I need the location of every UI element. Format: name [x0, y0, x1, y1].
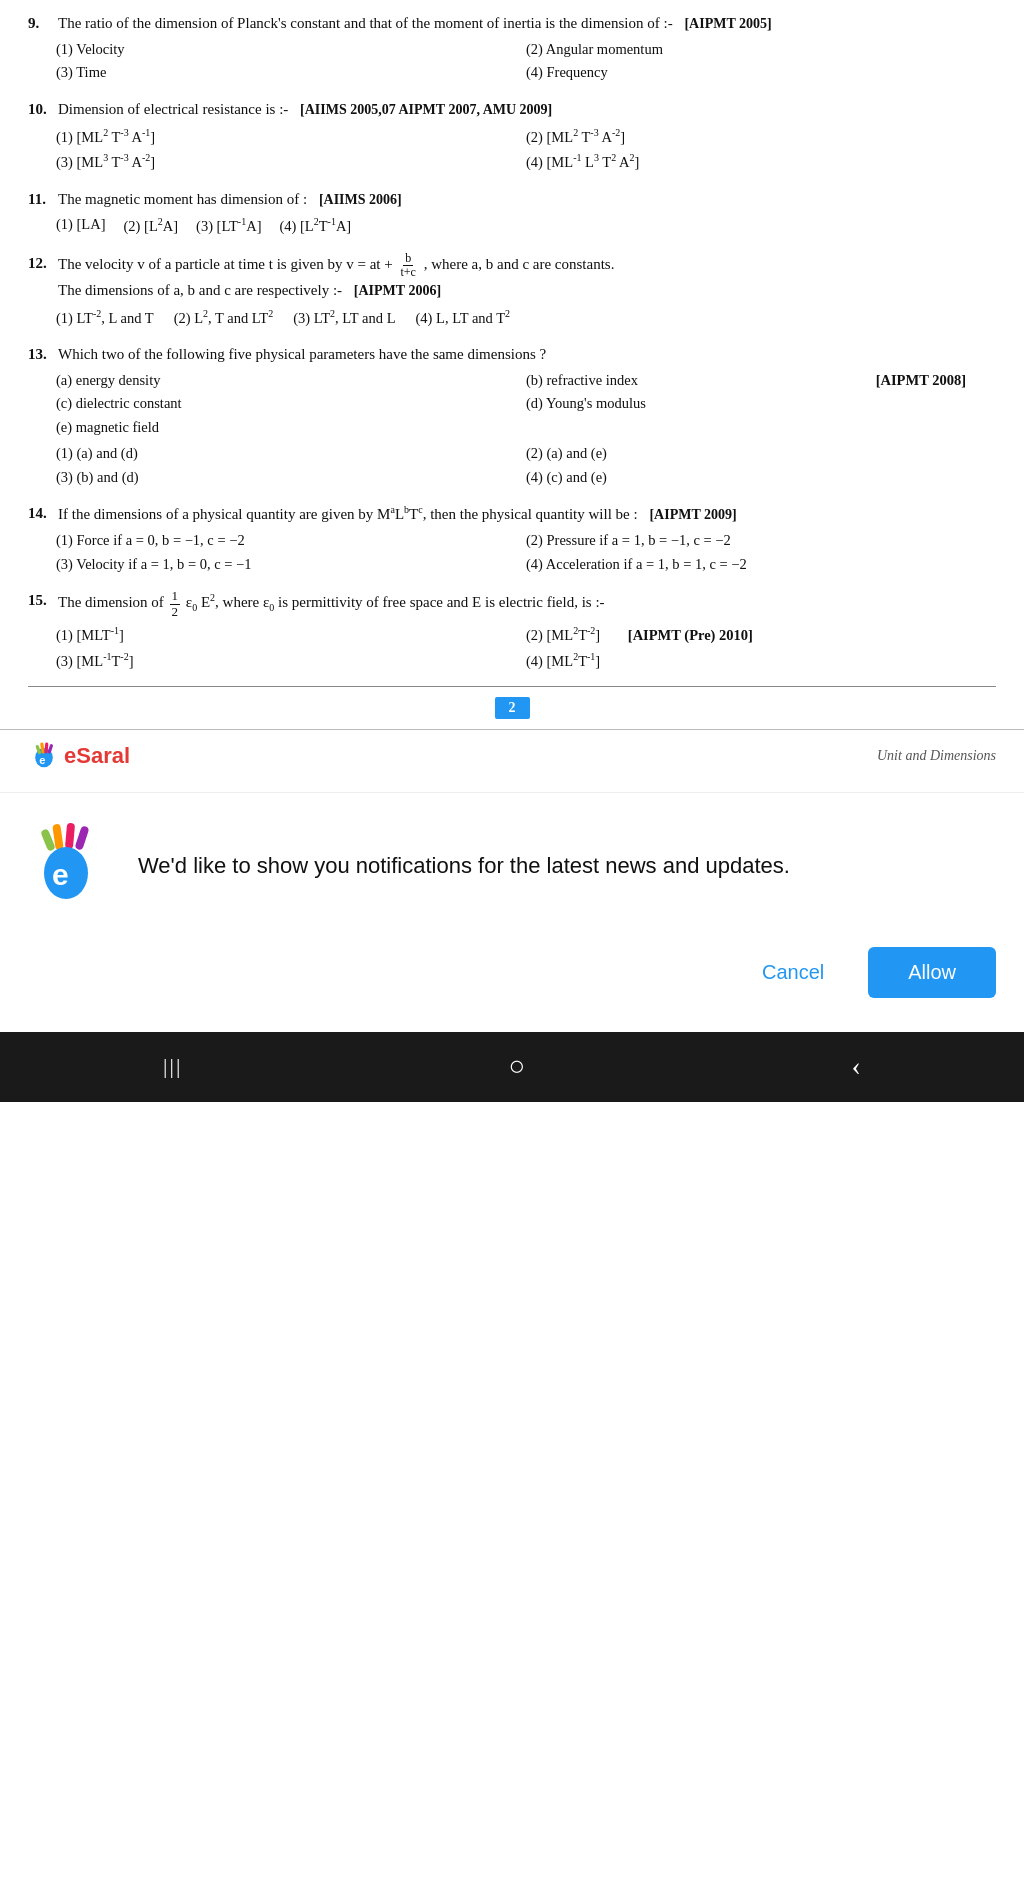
q12-opt3: (3) LT2, LT and L — [293, 306, 395, 330]
footer-logo-text: eSaral — [64, 743, 130, 769]
q13-param-e: (e) magnetic field — [56, 417, 526, 439]
q9-opt1: (1) Velocity — [56, 39, 526, 61]
svg-text:e: e — [52, 858, 69, 891]
back-icon[interactable]: ‹ — [852, 1050, 861, 1082]
notification-body: e We'd like to show you notifications fo… — [28, 821, 790, 911]
q10-opt2: (2) [ML2 T-3 A-2] — [526, 125, 996, 149]
q13-num: 13. — [28, 343, 52, 366]
q12-num: 12. — [28, 252, 52, 302]
q15-opt2: (2) [ML2T-2] [AIPMT (Pre) 2010] — [526, 623, 996, 647]
q13-param-d: (d) Young's modulus — [526, 393, 996, 415]
page-num-bar: 2 — [28, 697, 996, 719]
question-10: 10. Dimension of electrical resistance i… — [28, 98, 996, 174]
q12-opt2: (2) L2, T and LT2 — [174, 306, 274, 330]
q9-opt2: (2) Angular momentum — [526, 39, 996, 61]
q11-options: (1) [LA] (2) [L2A] (3) [LT-1A] (4) [L2T-… — [56, 214, 996, 238]
q14-opt1: (1) Force if a = 0, b = −1, c = −2 — [56, 530, 526, 552]
notification-popup: e We'd like to show you notifications fo… — [0, 792, 1024, 1022]
q12-text: The velocity v of a particle at time t i… — [58, 252, 996, 302]
svg-rect-8 — [65, 823, 75, 850]
footer-subject: Unit and Dimensions — [877, 748, 996, 764]
q15-num: 15. — [28, 589, 52, 619]
q9-opt3: (3) Time — [56, 62, 526, 84]
q14-text: If the dimensions of a physical quantity… — [58, 502, 996, 526]
q15-opt4: (4) [ML2T-1] — [526, 649, 996, 673]
content-area: 9. The ratio of the dimension of Planck'… — [0, 0, 1024, 719]
q14-opt4: (4) Acceleration if a = 1, b = 1, c = −2 — [526, 554, 996, 576]
q10-opt1: (1) [ML2 T-3 A-1] — [56, 125, 526, 149]
q11-opt2: (2) [L2A] — [124, 214, 179, 238]
footer-bar: e eSaral Unit and Dimensions — [0, 729, 1024, 782]
q12-opt4: (4) L, LT and T2 — [416, 306, 511, 330]
q11-ref: [AIIMS 2006] — [319, 192, 402, 207]
question-9: 9. The ratio of the dimension of Planck'… — [28, 12, 996, 84]
q13-param-a: (a) energy density — [56, 370, 526, 392]
allow-button[interactable]: Allow — [868, 947, 996, 998]
footer-logo: e eSaral — [28, 740, 130, 772]
q13-param-b: (b) refractive index [AIPMT 2008] — [526, 370, 996, 392]
svg-rect-9 — [74, 826, 89, 851]
q14-num: 14. — [28, 502, 52, 526]
q11-opt4: (4) [L2T-1A] — [279, 214, 351, 238]
q11-opt1: (1) [LA] — [56, 214, 106, 238]
notification-icon: e — [28, 821, 118, 911]
q13-opt1: (1) (a) and (d) — [56, 443, 526, 465]
q9-num: 9. — [28, 12, 52, 35]
q15-opt3: (3) [ML-1T-2] — [56, 649, 526, 673]
question-11: 11. The magnetic moment has dimension of… — [28, 188, 996, 238]
q13-params: (a) energy density (b) refractive index … — [56, 370, 996, 439]
q13-opt2: (2) (a) and (e) — [526, 443, 996, 465]
q12-opt1: (1) LT-2, L and T — [56, 306, 154, 330]
q13-opt4: (4) (c) and (e) — [526, 467, 996, 489]
q10-opt4: (4) [ML-1 L3 T2 A2] — [526, 150, 996, 174]
svg-text:e: e — [39, 754, 45, 766]
q14-ref: [AIPMT 2009] — [649, 507, 736, 522]
esaral-logo-icon: e — [28, 740, 60, 772]
q15-options: (1) [MLT-1] (2) [ML2T-2] [AIPMT (Pre) 20… — [56, 623, 996, 672]
q13-opt3: (3) (b) and (d) — [56, 467, 526, 489]
q15-opt1: (1) [MLT-1] — [56, 623, 526, 647]
notification-message: We'd like to show you notifications for … — [138, 851, 790, 882]
svg-rect-4 — [47, 744, 53, 754]
question-13: 13. Which two of the following five phys… — [28, 343, 996, 488]
q14-opt3: (3) Velocity if a = 1, b = 0, c = −1 — [56, 554, 526, 576]
q9-opt4: (4) Frequency — [526, 62, 996, 84]
q15-text: The dimension of 1 2 ε0 E2, where ε0 is … — [58, 589, 996, 619]
q9-ref: [AIPMT 2005] — [684, 16, 771, 31]
cancel-button[interactable]: Cancel — [734, 947, 852, 998]
q13-text: Which two of the following five physical… — [58, 343, 996, 366]
home-icon[interactable]: ○ — [508, 1050, 525, 1082]
q12-options: (1) LT-2, L and T (2) L2, T and LT2 (3) … — [56, 306, 996, 330]
q14-opt2: (2) Pressure if a = 1, b = −1, c = −2 — [526, 530, 996, 552]
question-15: 15. The dimension of 1 2 ε0 E2, where ε0… — [28, 589, 996, 672]
nav-bar: ||| ○ ‹ — [0, 1032, 1024, 1102]
footer-saral-text: Saral — [76, 743, 130, 768]
q10-num: 10. — [28, 98, 52, 121]
menu-icon[interactable]: ||| — [163, 1053, 182, 1079]
question-12: 12. The velocity v of a particle at time… — [28, 252, 996, 329]
q11-num: 11. — [28, 188, 52, 211]
q9-options: (1) Velocity (2) Angular momentum (3) Ti… — [56, 39, 996, 85]
q10-text: Dimension of electrical resistance is :-… — [58, 98, 996, 121]
q10-opt3: (3) [ML3 T-3 A-2] — [56, 150, 526, 174]
question-14: 14. If the dimensions of a physical quan… — [28, 502, 996, 575]
q9-text: The ratio of the dimension of Planck's c… — [58, 12, 996, 35]
q10-options: (1) [ML2 T-3 A-1] (2) [ML2 T-3 A-2] (3) … — [56, 125, 996, 174]
q11-opt3: (3) [LT-1A] — [196, 214, 261, 238]
q10-ref: [AIIMS 2005,07 AIPMT 2007, AMU 2009] — [300, 102, 552, 117]
q13-options: (1) (a) and (d) (2) (a) and (e) (3) (b) … — [56, 443, 996, 489]
q14-options: (1) Force if a = 0, b = −1, c = −2 (2) P… — [56, 530, 996, 576]
notification-buttons: Cancel Allow — [28, 947, 996, 998]
page-number: 2 — [495, 697, 530, 719]
divider — [28, 686, 996, 687]
q12-ref: [AIPMT 2006] — [354, 283, 441, 298]
q13-param-c: (c) dielectric constant — [56, 393, 526, 415]
q11-text: The magnetic moment has dimension of : [… — [58, 188, 996, 211]
